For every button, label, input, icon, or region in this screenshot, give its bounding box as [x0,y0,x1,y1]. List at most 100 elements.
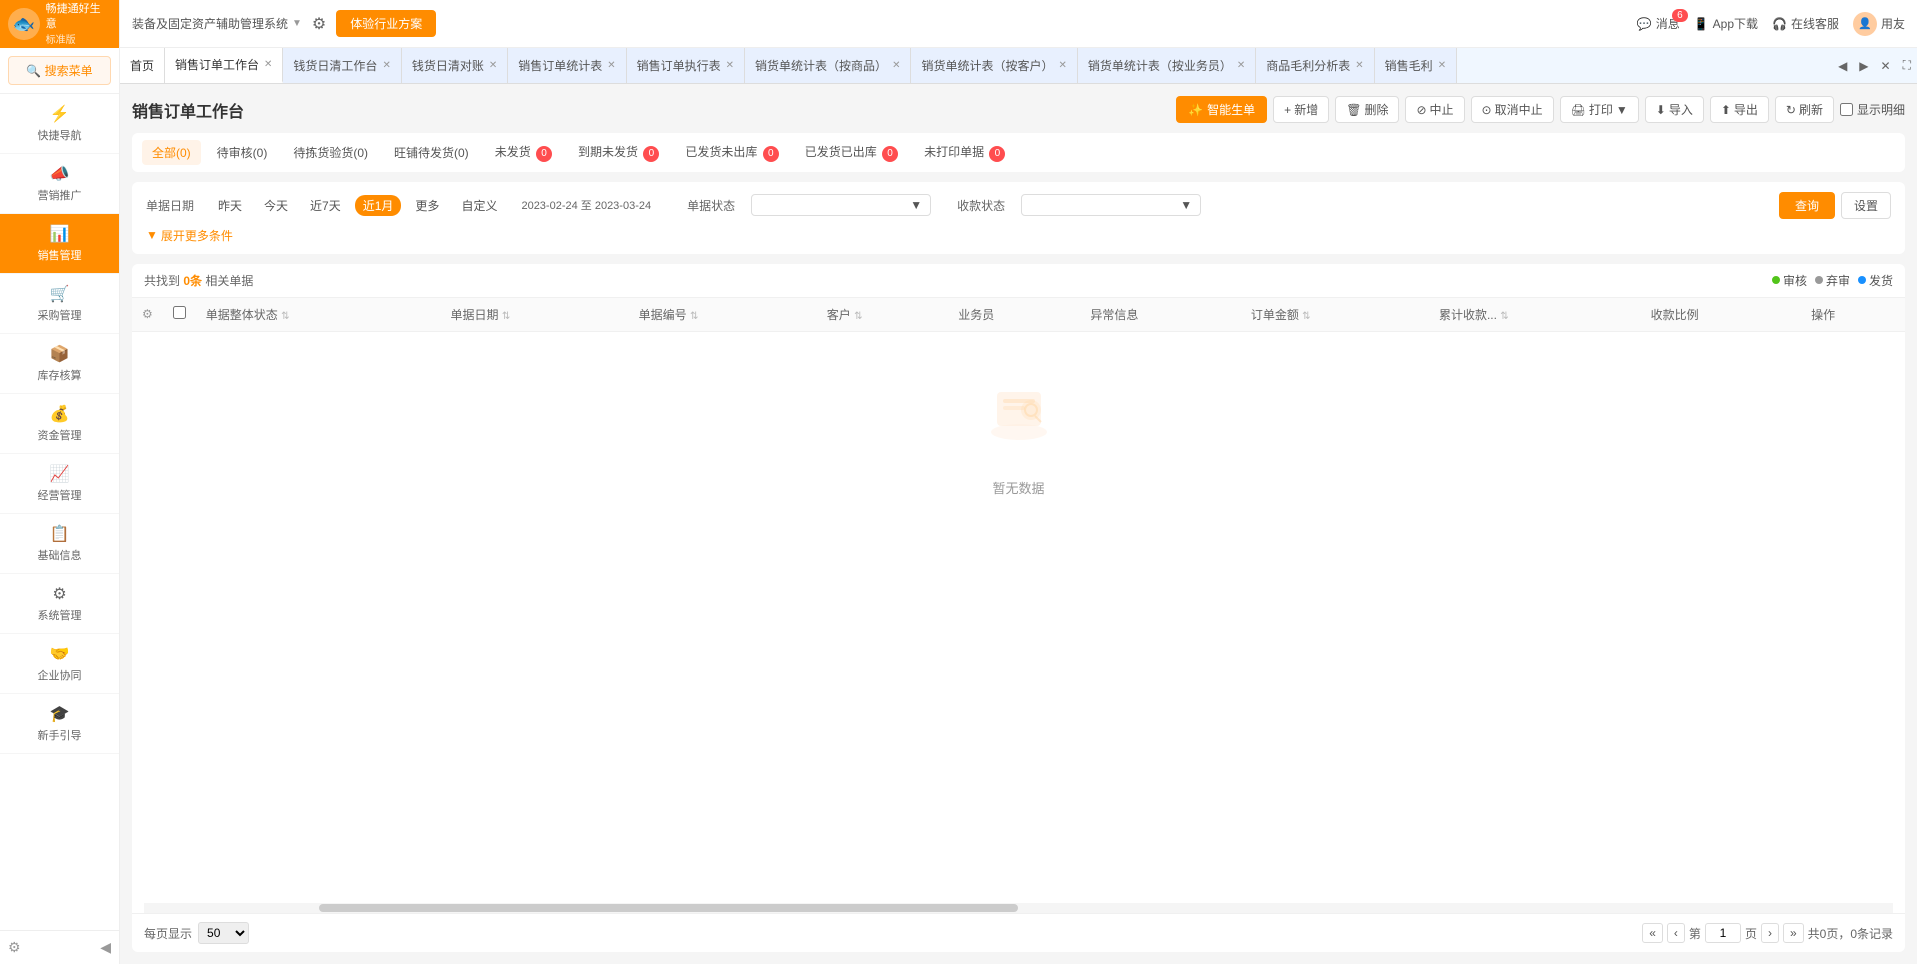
sidebar-item-quick-nav[interactable]: ⚡ 快捷导航 [0,94,119,154]
sidebar-item-basic-info[interactable]: 📋 基础信息 [0,514,119,574]
messages-button[interactable]: 💬 消息 6 [1637,15,1680,32]
tab-close-icon[interactable]: ✕ [264,59,272,70]
topbar-settings-icon[interactable]: ⚙ [312,14,326,34]
add-button[interactable]: + 新增 [1273,96,1329,123]
sort-customer-icon[interactable]: ⇅ [854,311,862,322]
tab-close-icon[interactable]: ✕ [1237,60,1245,71]
table-hscroll-thumb[interactable] [319,904,1019,912]
subtab-overdue-not-shipped[interactable]: 到期未发货 0 [568,139,669,166]
sidebar-settings-icon[interactable]: ⚙ [8,939,21,956]
show-detail-checkbox[interactable] [1840,103,1853,116]
system-title-dropdown[interactable]: 装备及固定资产辅助管理系统 ▼ [132,15,302,32]
sidebar-item-inventory[interactable]: 📦 库存核算 [0,334,119,394]
cancel-stop-button[interactable]: ⊙ 取消中止 [1471,96,1554,123]
tab-next-icon[interactable]: ▶ [1853,59,1874,73]
user-menu-button[interactable]: 👤 用友 [1853,12,1905,36]
sidebar-item-purchase[interactable]: 🛒 采购管理 [0,274,119,334]
subtab-shipped-not-out[interactable]: 已发货未出库 0 [675,139,788,166]
table-hscrollbar[interactable] [144,903,1893,913]
review-action-button[interactable]: 审核 [1772,272,1807,289]
subtab-pending-review[interactable]: 待审核(0) [207,140,278,165]
table-scroll[interactable]: ⚙ 单据整体状态 ⇅ 单据日期 ⇅ [132,298,1905,904]
tab-sales-stats-product[interactable]: 销货单统计表（按商品） ✕ [745,48,911,83]
tab-product-margin[interactable]: 商品毛利分析表 ✕ [1256,48,1374,83]
tab-close-icon[interactable]: ✕ [382,60,390,71]
search-menu-button[interactable]: 🔍 搜索菜单 [8,56,111,85]
sidebar-item-guide[interactable]: 🎓 新手引导 [0,694,119,754]
ship-action-button[interactable]: 发货 [1858,272,1893,289]
tab-label: 钱货日清对账 [412,57,484,74]
page-size-select[interactable]: 20 50 100 [198,922,249,944]
subtab-not-printed[interactable]: 未打印单据 0 [914,139,1015,166]
sort-number-icon[interactable]: ⇅ [690,311,698,322]
date-1month-btn[interactable]: 近1月 [355,195,402,216]
query-button[interactable]: 查询 [1779,192,1835,219]
tab-close-all-icon[interactable]: ✕ [1875,59,1897,73]
status-select[interactable]: ▼ [751,194,931,216]
sort-date-icon[interactable]: ⇅ [502,311,510,322]
date-more-btn[interactable]: 更多 [407,195,447,216]
tab-home[interactable]: 首页 [120,48,165,83]
sidebar-item-marketing[interactable]: 📣 营销推广 [0,154,119,214]
unreview-action-button[interactable]: 弃审 [1815,272,1850,289]
tab-sales-stats-customer[interactable]: 销货单统计表（按客户） ✕ [911,48,1077,83]
import-button[interactable]: ⬇ 导入 [1645,96,1704,123]
tab-expand-icon[interactable]: ⛶ [1897,58,1917,73]
refresh-button[interactable]: ↻ 刷新 [1775,96,1834,123]
export-button[interactable]: ⬆ 导出 [1710,96,1769,123]
date-custom-btn[interactable]: 自定义 [453,195,505,216]
prev-page-button[interactable]: ‹ [1667,923,1685,943]
payment-select[interactable]: ▼ [1021,194,1201,216]
online-service-button[interactable]: 🎧 在线客服 [1772,15,1839,32]
stop-button[interactable]: ⊘ 中止 [1405,96,1464,123]
tab-cash-reconcile[interactable]: 钱货日清对账 ✕ [402,48,508,83]
tab-close-icon[interactable]: ✕ [1355,60,1363,71]
tab-sales-stats-staff[interactable]: 销货单统计表（按业务员） ✕ [1078,48,1256,83]
stop-icon: ⊘ [1416,103,1426,117]
tab-cash-daily[interactable]: 钱货日清工作台 ✕ [283,48,401,83]
sidebar-item-operations[interactable]: 📈 经营管理 [0,454,119,514]
date-yesterday-btn[interactable]: 昨天 [210,195,250,216]
date-7days-btn[interactable]: 近7天 [302,195,349,216]
tab-close-icon[interactable]: ✕ [1058,60,1066,71]
tab-sales-order-workbench[interactable]: 销售订单工作台 ✕ [165,48,283,83]
sidebar-item-finance[interactable]: 💰 资金管理 [0,394,119,454]
sort-amount-icon[interactable]: ⇅ [1302,311,1310,322]
expand-filter-button[interactable]: ▼ 展开更多条件 [146,227,233,244]
sort-collected-icon[interactable]: ⇅ [1500,311,1508,322]
subtab-shipped-out[interactable]: 已发货已出库 0 [795,139,908,166]
app-download-button[interactable]: 📱 App下载 [1694,15,1758,32]
subtab-pending-inspect[interactable]: 待拣货验货(0) [283,140,378,165]
select-all-cell[interactable] [163,298,196,332]
tab-close-icon[interactable]: ✕ [607,60,615,71]
page-number-input[interactable] [1705,923,1741,943]
next-page-button[interactable]: › [1761,923,1779,943]
filter-settings-button[interactable]: 设置 [1841,192,1891,219]
subtab-all[interactable]: 全部(0) [142,140,201,165]
sidebar-item-sales[interactable]: 📊 销售管理 [0,214,119,274]
column-settings-cell[interactable]: ⚙ [132,298,163,332]
subtab-not-shipped[interactable]: 未发货 0 [485,139,562,166]
tab-sales-order-stats[interactable]: 销售订单统计表 ✕ [508,48,626,83]
tab-sales-order-exec[interactable]: 销售订单执行表 ✕ [627,48,745,83]
date-today-btn[interactable]: 今天 [256,195,296,216]
last-page-button[interactable]: » [1783,923,1804,943]
subtab-wangpu[interactable]: 旺铺待发货(0) [384,140,479,165]
tab-prev-icon[interactable]: ◀ [1832,59,1853,73]
first-page-button[interactable]: « [1642,923,1663,943]
sidebar-item-system[interactable]: ⚙ 系统管理 [0,574,119,634]
sort-status-icon[interactable]: ⇅ [281,311,289,322]
tab-close-icon[interactable]: ✕ [489,60,497,71]
sidebar-collapse-icon[interactable]: ◀ [100,939,111,956]
tab-close-icon[interactable]: ✕ [892,60,900,71]
tab-close-icon[interactable]: ✕ [1438,60,1446,71]
show-detail-checkbox-label[interactable]: 显示明细 [1840,101,1905,118]
sidebar-item-enterprise[interactable]: 🤝 企业协同 [0,634,119,694]
select-all-checkbox[interactable] [173,306,186,319]
solution-button[interactable]: 体验行业方案 [336,10,436,37]
tab-close-icon[interactable]: ✕ [726,60,734,71]
smart-create-button[interactable]: ✨ 智能生单 [1176,96,1267,123]
tab-sales-profit[interactable]: 销售毛利 ✕ [1375,48,1457,83]
print-button[interactable]: 🖨 打印 ▼ [1560,96,1639,123]
delete-button[interactable]: 🗑 删除 [1335,96,1399,123]
